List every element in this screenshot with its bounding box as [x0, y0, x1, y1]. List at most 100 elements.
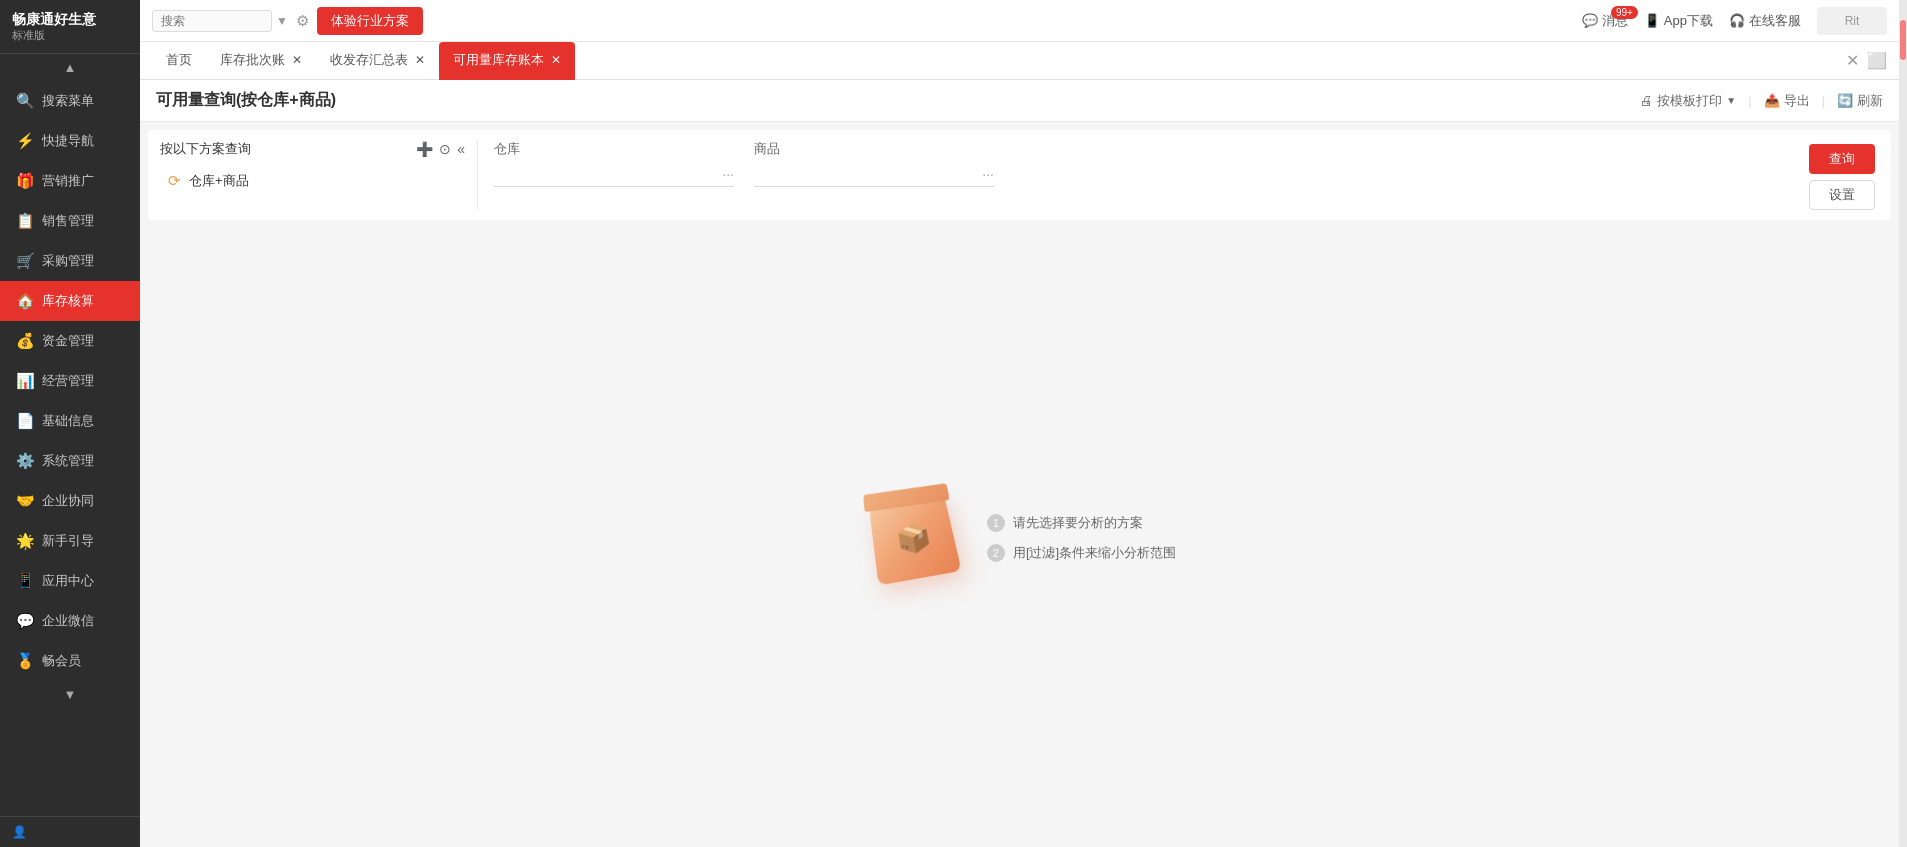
- export-label: 导出: [1784, 92, 1810, 110]
- filter-right: 仓库 ··· 商品 ··· 查询 设置: [478, 140, 1891, 210]
- sidebar-item-label: 库存核算: [42, 292, 94, 310]
- close-tab-button[interactable]: ✕: [1846, 51, 1859, 70]
- app-download-button[interactable]: 📱 App下载: [1644, 12, 1713, 30]
- empty-box: 📦: [869, 495, 961, 585]
- sidebar-nav: ▲ 🔍 搜索菜单 ⚡ 快捷导航 🎁 营销推广 📋 销售管理 🛒 采购管理 🏠 库…: [0, 54, 140, 816]
- sidebar-item-label: 畅会员: [42, 652, 81, 670]
- tab-batch-close-icon[interactable]: ✕: [292, 53, 302, 67]
- sidebar-item-basic[interactable]: 📄 基础信息: [0, 401, 140, 441]
- print-template-button[interactable]: 🖨 按模板打印 ▼: [1640, 92, 1736, 110]
- settings-button[interactable]: 设置: [1809, 180, 1875, 210]
- sidebar-bottom: 👤: [0, 816, 140, 847]
- collapse-filter-icon[interactable]: «: [457, 141, 465, 157]
- tab-batch-label: 库存批次账: [220, 51, 285, 69]
- refresh-button[interactable]: 🔄 刷新: [1837, 92, 1883, 110]
- dropdown-arrow-icon[interactable]: ▼: [276, 14, 288, 28]
- sidebar-item-label: 应用中心: [42, 572, 94, 590]
- export-icon: 📤: [1764, 93, 1780, 108]
- tab-available-close-icon[interactable]: ✕: [551, 53, 561, 67]
- marketing-icon: 🎁: [16, 172, 34, 190]
- export-button[interactable]: 📤 导出: [1764, 92, 1810, 110]
- sidebar-item-purchase[interactable]: 🛒 采购管理: [0, 241, 140, 281]
- sidebar-item-guide[interactable]: 🌟 新手引导: [0, 521, 140, 561]
- tip-number-2: 2: [987, 544, 1005, 562]
- print-label: 按模板打印: [1657, 92, 1722, 110]
- print-icon: 🖨: [1640, 93, 1653, 108]
- sidebar-item-vip[interactable]: 🏅 畅会员: [0, 641, 140, 681]
- warehouse-input[interactable]: ···: [494, 162, 734, 187]
- empty-tips: 1 请先选择要分析的方案 2 用[过滤]条件来缩小分析范围: [987, 514, 1176, 562]
- divider2: |: [1822, 93, 1825, 108]
- sidebar-item-operations[interactable]: 📊 经营管理: [0, 361, 140, 401]
- tab-home[interactable]: 首页: [152, 42, 206, 80]
- sidebar-item-shortcut[interactable]: ⚡ 快捷导航: [0, 121, 140, 161]
- sidebar-item-appstore[interactable]: 📱 应用中心: [0, 561, 140, 601]
- sidebar-item-enterprise[interactable]: 🤝 企业协同: [0, 481, 140, 521]
- box-icon: 📦: [893, 519, 933, 556]
- tab-available[interactable]: 可用量库存账本 ✕: [439, 42, 575, 80]
- user-avatar[interactable]: Rit: [1817, 7, 1887, 35]
- page-title: 可用量查询(按仓库+商品): [156, 90, 336, 111]
- user-icon: 👤: [12, 825, 27, 839]
- scroll-down-btn[interactable]: ▼: [0, 681, 140, 708]
- tab-batch[interactable]: 库存批次账 ✕: [206, 42, 316, 80]
- basic-icon: 📄: [16, 412, 34, 430]
- sidebar-item-label: 经营管理: [42, 372, 94, 390]
- tab-bar: 首页 库存批次账 ✕ 收发存汇总表 ✕ 可用量库存账本 ✕ ✕ ⬜: [140, 42, 1899, 80]
- product-input[interactable]: ···: [754, 162, 994, 187]
- right-scrollbar[interactable]: [1899, 0, 1907, 847]
- wechat-icon: 💬: [16, 612, 34, 630]
- topbar-right: 💬 消息 99+ 📱 App下载 🎧 在线客服 Rit: [1582, 7, 1887, 35]
- topbar: ▼ ⚙ 体验行业方案 💬 消息 99+ 📱 App下载 🎧 在线客服 Rit: [140, 0, 1899, 42]
- print-arrow-icon: ▼: [1726, 95, 1736, 106]
- scrollbar-thumb[interactable]: [1900, 20, 1906, 60]
- gear-filter-icon[interactable]: ⊙: [439, 141, 451, 157]
- query-actions: 查询 设置: [1809, 140, 1875, 210]
- scroll-up-btn[interactable]: ▲: [0, 54, 140, 81]
- scheme-icon: ⟳: [168, 172, 181, 190]
- sidebar-item-sales[interactable]: 📋 销售管理: [0, 201, 140, 241]
- sidebar-item-marketing[interactable]: 🎁 营销推广: [0, 161, 140, 201]
- service-label: 在线客服: [1749, 12, 1801, 30]
- app-download-label: App下载: [1664, 12, 1713, 30]
- warehouse-field: 仓库 ···: [494, 140, 734, 187]
- industry-solution-button[interactable]: 体验行业方案: [317, 7, 423, 35]
- shortcut-icon: ⚡: [16, 132, 34, 150]
- empty-tip-1: 1 请先选择要分析的方案: [987, 514, 1176, 532]
- query-button[interactable]: 查询: [1809, 144, 1875, 174]
- sidebar-item-system[interactable]: ⚙️ 系统管理: [0, 441, 140, 481]
- tab-summary-close-icon[interactable]: ✕: [415, 53, 425, 67]
- sidebar-item-inventory[interactable]: 🏠 库存核算: [0, 281, 140, 321]
- sidebar-item-label: 企业微信: [42, 612, 94, 630]
- appstore-icon: 📱: [16, 572, 34, 590]
- content-area: 可用量查询(按仓库+商品) 🖨 按模板打印 ▼ | 📤 导出 | 🔄 刷新: [140, 80, 1899, 847]
- sidebar-item-finance[interactable]: 💰 资金管理: [0, 321, 140, 361]
- refresh-icon: 🔄: [1837, 93, 1853, 108]
- guide-icon: 🌟: [16, 532, 34, 550]
- expand-tab-button[interactable]: ⬜: [1867, 51, 1887, 70]
- operations-icon: 📊: [16, 372, 34, 390]
- tab-available-label: 可用量库存账本: [453, 51, 544, 69]
- inventory-icon: 🏠: [16, 292, 34, 310]
- sidebar-item-search[interactable]: 🔍 搜索菜单: [0, 81, 140, 121]
- search-input[interactable]: [152, 10, 272, 32]
- settings-icon[interactable]: ⚙: [296, 12, 309, 30]
- content-header: 可用量查询(按仓库+商品) 🖨 按模板打印 ▼ | 📤 导出 | 🔄 刷新: [140, 80, 1899, 122]
- sidebar-item-wechat[interactable]: 💬 企业微信: [0, 601, 140, 641]
- tab-summary[interactable]: 收发存汇总表 ✕: [316, 42, 439, 80]
- online-service-button[interactable]: 🎧 在线客服: [1729, 12, 1801, 30]
- add-filter-icon[interactable]: ➕: [416, 141, 433, 157]
- sidebar-item-label: 基础信息: [42, 412, 94, 430]
- content-actions: 🖨 按模板打印 ▼ | 📤 导出 | 🔄 刷新: [1640, 92, 1883, 110]
- filter-scheme-item[interactable]: ⟳ 仓库+商品: [160, 166, 465, 196]
- topbar-search-area: ▼: [152, 10, 288, 32]
- tab-summary-label: 收发存汇总表: [330, 51, 408, 69]
- tip-number-1: 1: [987, 514, 1005, 532]
- filter-left: 按以下方案查询 ➕ ⊙ « ⟳ 仓库+商品: [148, 140, 478, 210]
- message-icon: 💬: [1582, 13, 1598, 28]
- product-dots-icon[interactable]: ···: [982, 166, 994, 182]
- message-button[interactable]: 💬 消息 99+: [1582, 12, 1628, 30]
- tab-home-label: 首页: [166, 51, 192, 69]
- warehouse-dots-icon[interactable]: ···: [722, 166, 734, 182]
- divider: |: [1748, 93, 1751, 108]
